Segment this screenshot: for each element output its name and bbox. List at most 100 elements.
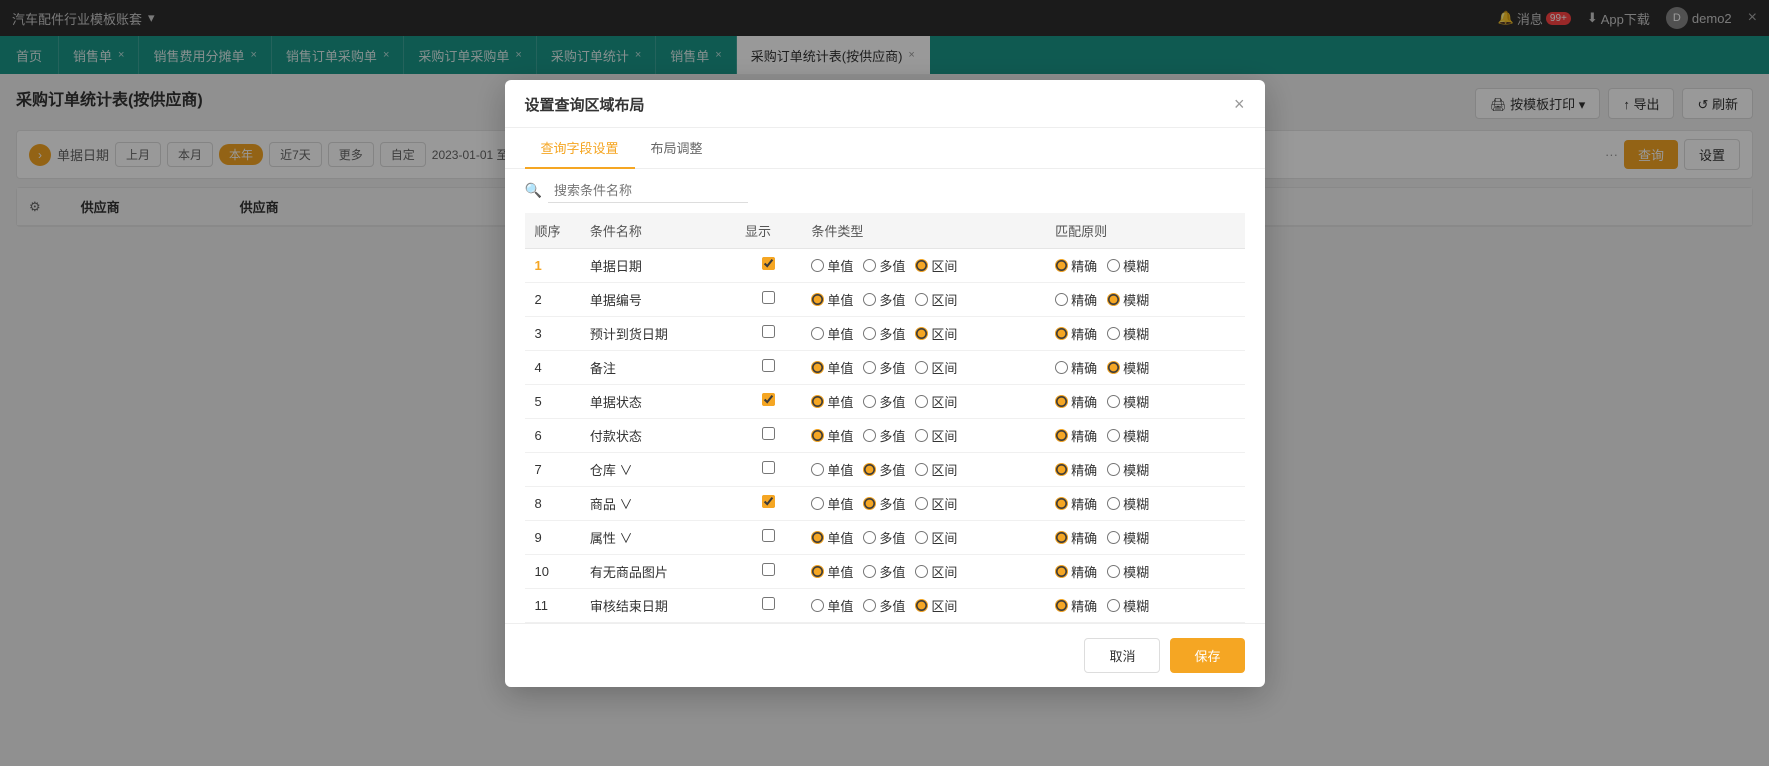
type-radio-单值[interactable]: 单值	[811, 324, 853, 343]
display-checkbox[interactable]	[762, 529, 775, 542]
display-checkbox[interactable]	[762, 359, 775, 372]
type-radio-多值[interactable]: 多值	[863, 494, 905, 513]
match-radio-模糊[interactable]: 模糊	[1107, 392, 1149, 411]
row-match[interactable]: 精确模糊	[1045, 282, 1244, 316]
display-checkbox[interactable]	[762, 291, 775, 304]
match-radio-模糊[interactable]: 模糊	[1107, 290, 1149, 309]
row-match[interactable]: 精确模糊	[1045, 588, 1244, 622]
type-radio-区间[interactable]: 区间	[915, 528, 957, 547]
type-radio-多值[interactable]: 多值	[863, 596, 905, 615]
row-type[interactable]: 单值多值区间	[801, 248, 1045, 282]
row-match[interactable]: 精确模糊	[1045, 520, 1244, 554]
match-radio-模糊[interactable]: 模糊	[1107, 596, 1149, 615]
row-type[interactable]: 单值多值区间	[801, 316, 1045, 350]
type-radio-多值[interactable]: 多值	[863, 426, 905, 445]
row-match[interactable]: 精确模糊	[1045, 418, 1244, 452]
type-radio-单值[interactable]: 单值	[811, 290, 853, 309]
type-radio-区间[interactable]: 区间	[915, 562, 957, 581]
type-radio-多值[interactable]: 多值	[863, 528, 905, 547]
row-display[interactable]	[735, 282, 801, 316]
type-radio-区间[interactable]: 区间	[915, 596, 957, 615]
row-type[interactable]: 单值多值区间	[801, 452, 1045, 486]
row-type[interactable]: 单值多值区间	[801, 588, 1045, 622]
row-type[interactable]: 单值多值区间	[801, 486, 1045, 520]
display-checkbox[interactable]	[762, 461, 775, 474]
type-radio-多值[interactable]: 多值	[863, 460, 905, 479]
row-display[interactable]	[735, 418, 801, 452]
type-radio-区间[interactable]: 区间	[915, 290, 957, 309]
match-radio-精确[interactable]: 精确	[1055, 528, 1097, 547]
display-checkbox[interactable]	[762, 325, 775, 338]
match-radio-模糊[interactable]: 模糊	[1107, 256, 1149, 275]
row-match[interactable]: 精确模糊	[1045, 384, 1244, 418]
type-radio-单值[interactable]: 单值	[811, 392, 853, 411]
type-radio-区间[interactable]: 区间	[915, 494, 957, 513]
cancel-button[interactable]: 取消	[1084, 638, 1160, 673]
row-type[interactable]: 单值多值区间	[801, 384, 1045, 418]
row-display[interactable]	[735, 486, 801, 520]
row-match[interactable]: 精确模糊	[1045, 486, 1244, 520]
match-radio-精确[interactable]: 精确	[1055, 290, 1097, 309]
match-radio-模糊[interactable]: 模糊	[1107, 460, 1149, 479]
match-radio-精确[interactable]: 精确	[1055, 494, 1097, 513]
type-radio-多值[interactable]: 多值	[863, 256, 905, 275]
row-type[interactable]: 单值多值区间	[801, 282, 1045, 316]
row-display[interactable]	[735, 316, 801, 350]
type-radio-区间[interactable]: 区间	[915, 460, 957, 479]
row-match[interactable]: 精确模糊	[1045, 248, 1244, 282]
match-radio-精确[interactable]: 精确	[1055, 324, 1097, 343]
match-radio-模糊[interactable]: 模糊	[1107, 324, 1149, 343]
match-radio-精确[interactable]: 精确	[1055, 460, 1097, 479]
type-radio-单值[interactable]: 单值	[811, 562, 853, 581]
match-radio-精确[interactable]: 精确	[1055, 392, 1097, 411]
display-checkbox[interactable]	[762, 427, 775, 440]
type-radio-区间[interactable]: 区间	[915, 426, 957, 445]
tab-layout[interactable]: 布局调整	[635, 128, 719, 169]
display-checkbox[interactable]	[762, 597, 775, 610]
match-radio-模糊[interactable]: 模糊	[1107, 494, 1149, 513]
match-radio-精确[interactable]: 精确	[1055, 426, 1097, 445]
row-display[interactable]	[735, 588, 801, 622]
type-radio-多值[interactable]: 多值	[863, 358, 905, 377]
dialog-close-btn[interactable]: ×	[1234, 95, 1245, 113]
type-radio-区间[interactable]: 区间	[915, 324, 957, 343]
row-type[interactable]: 单值多值区间	[801, 418, 1045, 452]
save-button[interactable]: 保存	[1170, 638, 1244, 673]
match-radio-精确[interactable]: 精确	[1055, 562, 1097, 581]
row-type[interactable]: 单值多值区间	[801, 520, 1045, 554]
type-radio-多值[interactable]: 多值	[863, 324, 905, 343]
row-display[interactable]	[735, 248, 801, 282]
display-checkbox[interactable]	[762, 495, 775, 508]
type-radio-单值[interactable]: 单值	[811, 596, 853, 615]
row-display[interactable]	[735, 452, 801, 486]
type-radio-单值[interactable]: 单值	[811, 494, 853, 513]
search-input[interactable]	[548, 179, 748, 203]
row-match[interactable]: 精确模糊	[1045, 350, 1244, 384]
match-radio-模糊[interactable]: 模糊	[1107, 426, 1149, 445]
type-radio-单值[interactable]: 单值	[811, 528, 853, 547]
type-radio-多值[interactable]: 多值	[863, 392, 905, 411]
type-radio-单值[interactable]: 单值	[811, 460, 853, 479]
display-checkbox[interactable]	[762, 563, 775, 576]
row-display[interactable]	[735, 520, 801, 554]
row-type[interactable]: 单值多值区间	[801, 554, 1045, 588]
type-radio-区间[interactable]: 区间	[915, 392, 957, 411]
display-checkbox[interactable]	[762, 257, 775, 270]
display-checkbox[interactable]	[762, 393, 775, 406]
type-radio-多值[interactable]: 多值	[863, 562, 905, 581]
type-radio-单值[interactable]: 单值	[811, 358, 853, 377]
type-radio-单值[interactable]: 单值	[811, 426, 853, 445]
row-display[interactable]	[735, 384, 801, 418]
match-radio-精确[interactable]: 精确	[1055, 358, 1097, 377]
match-radio-模糊[interactable]: 模糊	[1107, 528, 1149, 547]
match-radio-精确[interactable]: 精确	[1055, 596, 1097, 615]
row-match[interactable]: 精确模糊	[1045, 316, 1244, 350]
type-radio-多值[interactable]: 多值	[863, 290, 905, 309]
row-match[interactable]: 精确模糊	[1045, 554, 1244, 588]
row-display[interactable]	[735, 350, 801, 384]
type-radio-区间[interactable]: 区间	[915, 358, 957, 377]
row-type[interactable]: 单值多值区间	[801, 350, 1045, 384]
row-match[interactable]: 精确模糊	[1045, 452, 1244, 486]
match-radio-精确[interactable]: 精确	[1055, 256, 1097, 275]
type-radio-单值[interactable]: 单值	[811, 256, 853, 275]
